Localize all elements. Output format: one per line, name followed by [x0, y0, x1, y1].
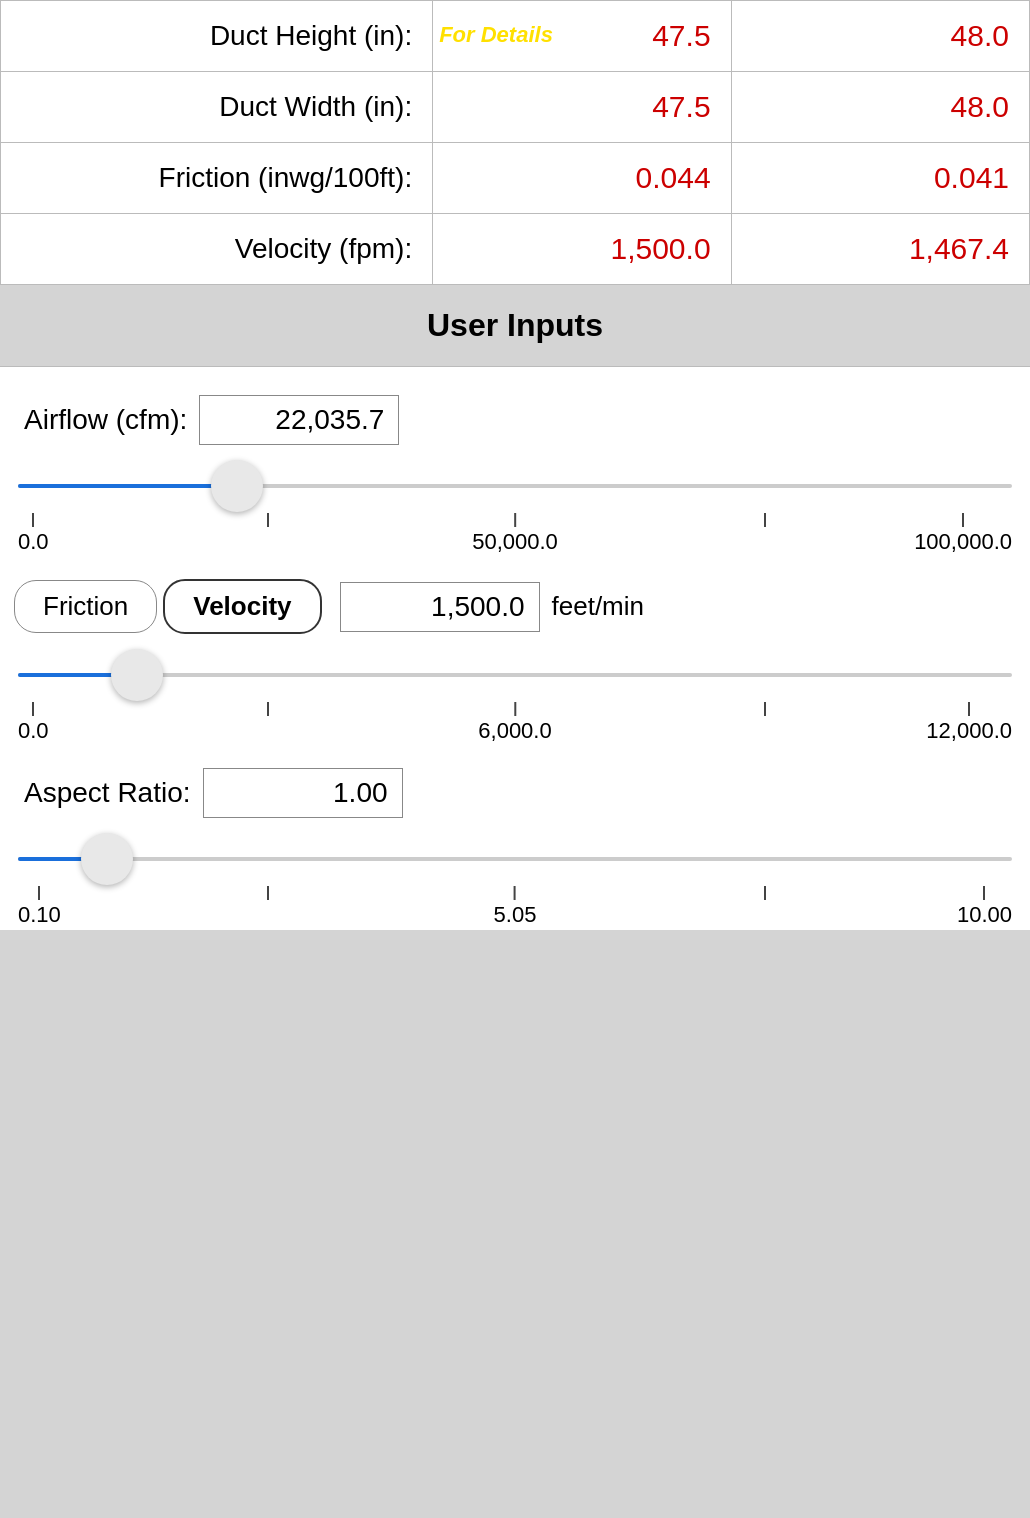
airflow-tick-q3	[764, 513, 766, 529]
duct-height-value2: 48.0	[731, 1, 1029, 72]
user-inputs-header: User Inputs	[0, 285, 1030, 367]
velocity-tick-mid: 6,000.0	[478, 702, 551, 744]
aspect-ratio-label: Aspect Ratio:	[24, 777, 191, 809]
velocity-slider-container: 0.0 6,000.0 12,000.0	[0, 642, 1030, 746]
friction-row: Friction (inwg/100ft): 0.044 0.041	[1, 143, 1030, 214]
friction-button[interactable]: Friction	[14, 580, 157, 633]
airflow-tick-min: 0.0	[18, 513, 49, 555]
ar-tick-q1	[267, 886, 269, 902]
velocity-tick-max: 12,000.0	[926, 702, 1012, 744]
duct-height-label: Duct Height (in):	[1, 1, 433, 72]
constraint-row: Friction Velocity feet/min	[0, 557, 1030, 642]
airflow-input[interactable]	[199, 395, 399, 445]
airflow-tick-mid: 50,000.0	[472, 513, 558, 555]
ar-tick-min: 0.10	[18, 886, 61, 928]
duct-width-row: Duct Width (in): 47.5 48.0	[1, 72, 1030, 143]
duct-width-value2: 48.0	[731, 72, 1029, 143]
velocity-tick-q3	[764, 702, 766, 718]
friction-label: Friction (inwg/100ft):	[1, 143, 433, 214]
airflow-slider-track-wrapper[interactable]	[18, 461, 1012, 511]
airflow-slider-track	[18, 484, 1012, 488]
ar-tick-q3	[764, 886, 766, 902]
velocity-value2: 1,467.4	[731, 214, 1029, 285]
results-table: Duct Height (in): CLICK HERE For Details…	[0, 0, 1030, 285]
airflow-tick-q1	[267, 513, 269, 529]
velocity-slider-thumb[interactable]	[111, 649, 163, 701]
aspect-ratio-slider-thumb[interactable]	[81, 833, 133, 885]
velocity-unit: feet/min	[552, 591, 645, 622]
airflow-row: Airflow (cfm):	[0, 367, 1030, 453]
airflow-tick-max: 100,000.0	[914, 513, 1012, 555]
velocity-row: Velocity (fpm): 1,500.0 1,467.4	[1, 214, 1030, 285]
velocity-slider-track-wrapper[interactable]	[18, 650, 1012, 700]
airflow-label: Airflow (cfm):	[24, 404, 187, 436]
airflow-ticks: 0.0 50,000.0 100,000.0	[18, 513, 1012, 551]
velocity-value1[interactable]: 1,500.0	[433, 214, 731, 285]
airflow-slider-container: 0.0 50,000.0 100,000.0	[0, 453, 1030, 557]
velocity-slider-track	[18, 673, 1012, 677]
aspect-ratio-ticks: 0.10 5.05 10.00	[18, 886, 1012, 924]
friction-value1[interactable]: 0.044	[433, 143, 731, 214]
duct-height-value1[interactable]: CLICK HERE For Details 47.5	[433, 1, 731, 72]
aspect-ratio-slider-track-wrapper[interactable]	[18, 834, 1012, 884]
duct-height-row: Duct Height (in): CLICK HERE For Details…	[1, 1, 1030, 72]
velocity-button[interactable]: Velocity	[163, 579, 321, 634]
velocity-tick-q1	[267, 702, 269, 718]
aspect-ratio-input[interactable]	[203, 768, 403, 818]
inputs-area: Airflow (cfm): 0.0 50,000.0	[0, 367, 1030, 930]
duct-width-value1[interactable]: 47.5	[433, 72, 731, 143]
click-here-overlay: CLICK HERE For Details	[439, 5, 553, 48]
velocity-ticks: 0.0 6,000.0 12,000.0	[18, 702, 1012, 740]
ar-tick-mid: 5.05	[494, 886, 537, 928]
click-here-line1: CLICK HERE	[451, 5, 553, 22]
aspect-ratio-slider-container: 0.10 5.05 10.00	[0, 826, 1030, 930]
velocity-tick-min: 0.0	[18, 702, 49, 744]
click-here-line2: For Details	[439, 22, 553, 47]
friction-value2: 0.041	[731, 143, 1029, 214]
aspect-ratio-slider-track	[18, 857, 1012, 861]
velocity-label: Velocity (fpm):	[1, 214, 433, 285]
bottom-area	[0, 930, 1030, 1490]
airflow-slider-thumb[interactable]	[211, 460, 263, 512]
duct-width-label: Duct Width (in):	[1, 72, 433, 143]
ar-tick-max: 10.00	[957, 886, 1012, 928]
airflow-slider-fill	[18, 484, 237, 488]
velocity-input[interactable]	[340, 582, 540, 632]
aspect-ratio-row: Aspect Ratio:	[0, 746, 1030, 826]
